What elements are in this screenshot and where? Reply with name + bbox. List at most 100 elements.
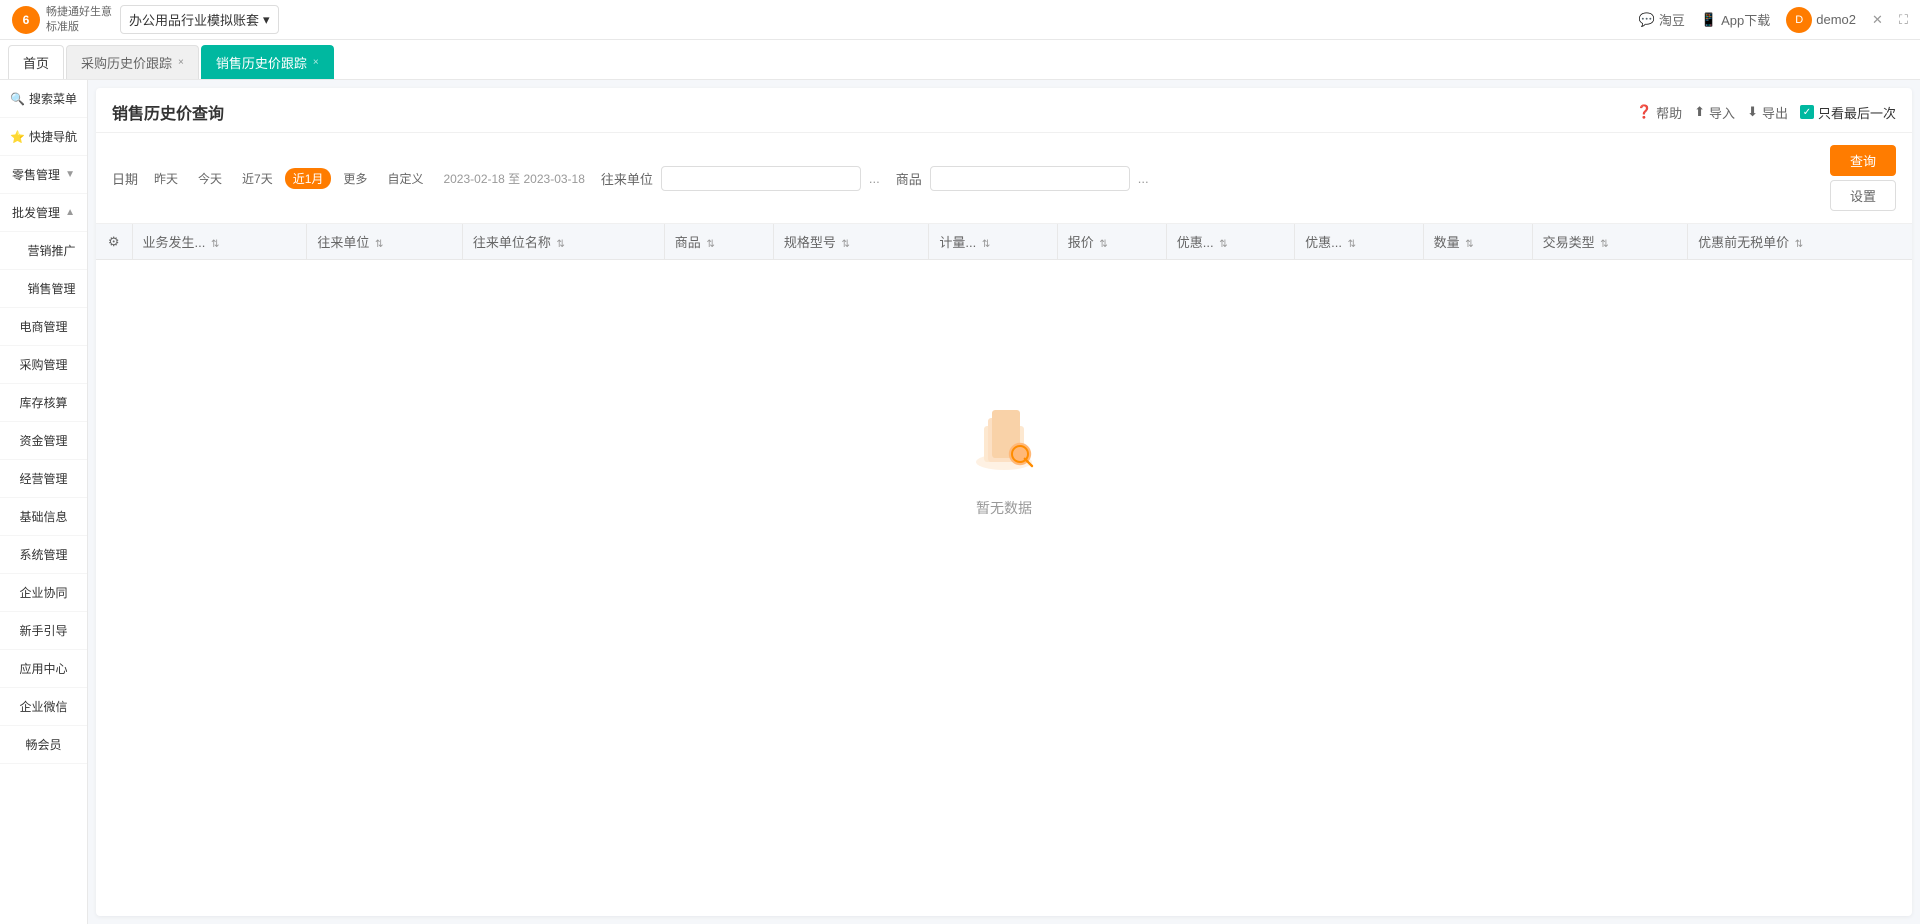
- th-discount1[interactable]: 优惠... ⇅: [1166, 224, 1294, 260]
- date-tab-more[interactable]: 更多: [335, 168, 375, 189]
- sidebar-item-inventory[interactable]: 库存核算: [0, 384, 87, 422]
- th-goods[interactable]: 商品 ⇅: [664, 224, 773, 260]
- avatar: D: [1786, 7, 1812, 33]
- page-header: 销售历史价查询 ❓ 帮助 ⬆ 导入 ⬇ 导出 ✓: [96, 88, 1912, 133]
- goods-filter-group: 商品 ...: [896, 166, 1149, 191]
- sidebar-item-marketing[interactable]: 营销推广: [0, 232, 87, 270]
- content-area: 销售历史价查询 ❓ 帮助 ⬆ 导入 ⬇ 导出 ✓: [88, 80, 1920, 924]
- expand-window-icon[interactable]: ⛶: [1899, 12, 1908, 28]
- sort-icon: ⇅: [1099, 239, 1107, 250]
- sort-icon: ⇅: [1465, 239, 1473, 250]
- tab-sales[interactable]: 销售历史价跟踪 ×: [201, 45, 334, 79]
- last-only-checkbox-area[interactable]: ✓ 只看最后一次: [1800, 103, 1896, 122]
- logo-area: 6 畅捷通好生意 标准版: [12, 5, 112, 34]
- import-label: 导入: [1709, 103, 1735, 122]
- sort-icon: ⇅: [211, 239, 219, 250]
- last-only-label: 只看最后一次: [1818, 103, 1896, 122]
- sidebar-item-wechat[interactable]: 企业微信: [0, 688, 87, 726]
- app-download-label: App下载: [1721, 10, 1770, 29]
- sidebar-item-search[interactable]: 🔍 搜索菜单: [0, 80, 87, 118]
- chevron-down-icon: ▼: [65, 169, 75, 180]
- help-button[interactable]: ❓ 帮助: [1636, 103, 1682, 122]
- date-range-display: 2023-02-18 至 2023-03-18: [443, 170, 584, 187]
- sort-icon: ⇅: [841, 239, 849, 250]
- sidebar-item-guide[interactable]: 新手引导: [0, 612, 87, 650]
- chevron-down-icon: ▾: [263, 12, 270, 28]
- export-button[interactable]: ⬇ 导出: [1747, 103, 1788, 122]
- app-download-button[interactable]: 📱 App下载: [1701, 10, 1770, 29]
- th-spec[interactable]: 规格型号 ⇅: [773, 224, 929, 260]
- th-price[interactable]: 报价 ⇅: [1057, 224, 1166, 260]
- date-tab-today[interactable]: 今天: [190, 168, 230, 189]
- goods-input[interactable]: [930, 166, 1130, 191]
- empty-illustration: [964, 402, 1044, 482]
- user-area[interactable]: D demo2: [1786, 7, 1856, 33]
- th-qty[interactable]: 数量 ⇅: [1423, 224, 1532, 260]
- tab-home[interactable]: 首页: [8, 45, 64, 79]
- date-filter-group: 日期 昨天 今天 近7天 近1月 更多 自定义 2023-02-18 至 202…: [112, 168, 585, 189]
- empty-state: 暂无数据: [96, 260, 1912, 660]
- help-icon: ❓: [1636, 104, 1652, 120]
- last-only-checkbox[interactable]: ✓: [1800, 105, 1814, 119]
- message-label: 淘豆: [1659, 10, 1685, 29]
- th-partner-name[interactable]: 往来单位名称 ⇅: [462, 224, 664, 260]
- logo-text: 畅捷通好生意 标准版: [46, 5, 112, 34]
- th-discount2[interactable]: 优惠... ⇅: [1295, 224, 1423, 260]
- message-icon: 💬: [1639, 12, 1655, 28]
- tab-home-label: 首页: [23, 53, 49, 72]
- sort-icon: ⇅: [1600, 239, 1608, 250]
- goods-label: 商品: [896, 169, 922, 188]
- search-icon: 🔍: [10, 92, 25, 106]
- date-tab-yesterday[interactable]: 昨天: [146, 168, 186, 189]
- th-partner-code[interactable]: 往来单位 ⇅: [307, 224, 463, 260]
- partner-picker-dots[interactable]: ...: [869, 171, 880, 186]
- close-window-icon[interactable]: ✕: [1872, 12, 1883, 28]
- tab-sales-close[interactable]: ×: [313, 57, 319, 68]
- sort-icon: ⇅: [982, 239, 990, 250]
- import-icon: ⬆: [1694, 104, 1705, 120]
- sidebar-item-purchase[interactable]: 采购管理: [0, 346, 87, 384]
- th-txtype[interactable]: 交易类型 ⇅: [1532, 224, 1688, 260]
- filter-area: 日期 昨天 今天 近7天 近1月 更多 自定义 2023-02-18 至 202…: [96, 133, 1912, 224]
- th-settings[interactable]: ⚙: [96, 224, 132, 260]
- sidebar-item-basics[interactable]: 基础信息: [0, 498, 87, 536]
- app-selector[interactable]: 办公用品行业模拟账套 ▾: [120, 5, 279, 34]
- sidebar-item-apps[interactable]: 应用中心: [0, 650, 87, 688]
- tab-purchase[interactable]: 采购历史价跟踪 ×: [66, 45, 199, 79]
- sidebar-item-ecommerce[interactable]: 电商管理: [0, 308, 87, 346]
- sidebar-item-system[interactable]: 系统管理: [0, 536, 87, 574]
- message-button[interactable]: 💬 淘豆: [1639, 10, 1685, 29]
- header-left: 6 畅捷通好生意 标准版 办公用品行业模拟账套 ▾: [12, 5, 279, 34]
- sidebar-item-shortcut[interactable]: ⭐ 快捷导航: [0, 118, 87, 156]
- query-button[interactable]: 查询: [1830, 145, 1896, 176]
- partner-filter-group: 往来单位 ...: [601, 166, 880, 191]
- top-header: 6 畅捷通好生意 标准版 办公用品行业模拟账套 ▾ 💬 淘豆 📱 App下载 D…: [0, 0, 1920, 40]
- chevron-up-icon: ▲: [65, 207, 75, 218]
- th-unit[interactable]: 计量... ⇅: [929, 224, 1057, 260]
- username: demo2: [1816, 12, 1856, 27]
- sidebar: 🔍 搜索菜单 ⭐ 快捷导航 零售管理 ▼ 批发管理 ▲ 营销推广 销售管理 电商…: [0, 80, 88, 924]
- settings-button[interactable]: 设置: [1830, 180, 1896, 211]
- logo-icon: 6: [12, 6, 40, 34]
- sidebar-item-sales[interactable]: 销售管理: [0, 270, 87, 308]
- sidebar-item-collab[interactable]: 企业协同: [0, 574, 87, 612]
- sidebar-item-finance[interactable]: 资金管理: [0, 422, 87, 460]
- sidebar-item-member[interactable]: 畅会员: [0, 726, 87, 764]
- partner-input[interactable]: [661, 166, 861, 191]
- th-date[interactable]: 业务发生... ⇅: [132, 224, 307, 260]
- sidebar-item-retail[interactable]: 零售管理 ▼: [0, 156, 87, 194]
- tab-purchase-close[interactable]: ×: [178, 57, 184, 68]
- main-layout: 🔍 搜索菜单 ⭐ 快捷导航 零售管理 ▼ 批发管理 ▲ 营销推广 销售管理 电商…: [0, 80, 1920, 924]
- date-tab-7days[interactable]: 近7天: [234, 168, 281, 189]
- th-pretax-price[interactable]: 优惠前无税单价 ⇅: [1688, 224, 1912, 260]
- sidebar-item-wholesale[interactable]: 批发管理 ▲: [0, 194, 87, 232]
- import-button[interactable]: ⬆ 导入: [1694, 103, 1735, 122]
- date-tabs: 昨天 今天 近7天 近1月 更多 自定义: [146, 168, 431, 189]
- sort-icon: ⇅: [375, 239, 383, 250]
- sort-icon: ⇅: [1795, 239, 1803, 250]
- sidebar-item-operations[interactable]: 经营管理: [0, 460, 87, 498]
- date-tab-1month[interactable]: 近1月: [285, 168, 332, 189]
- date-tab-custom[interactable]: 自定义: [379, 168, 431, 189]
- export-icon: ⬇: [1747, 104, 1758, 120]
- goods-picker-dots[interactable]: ...: [1138, 171, 1149, 186]
